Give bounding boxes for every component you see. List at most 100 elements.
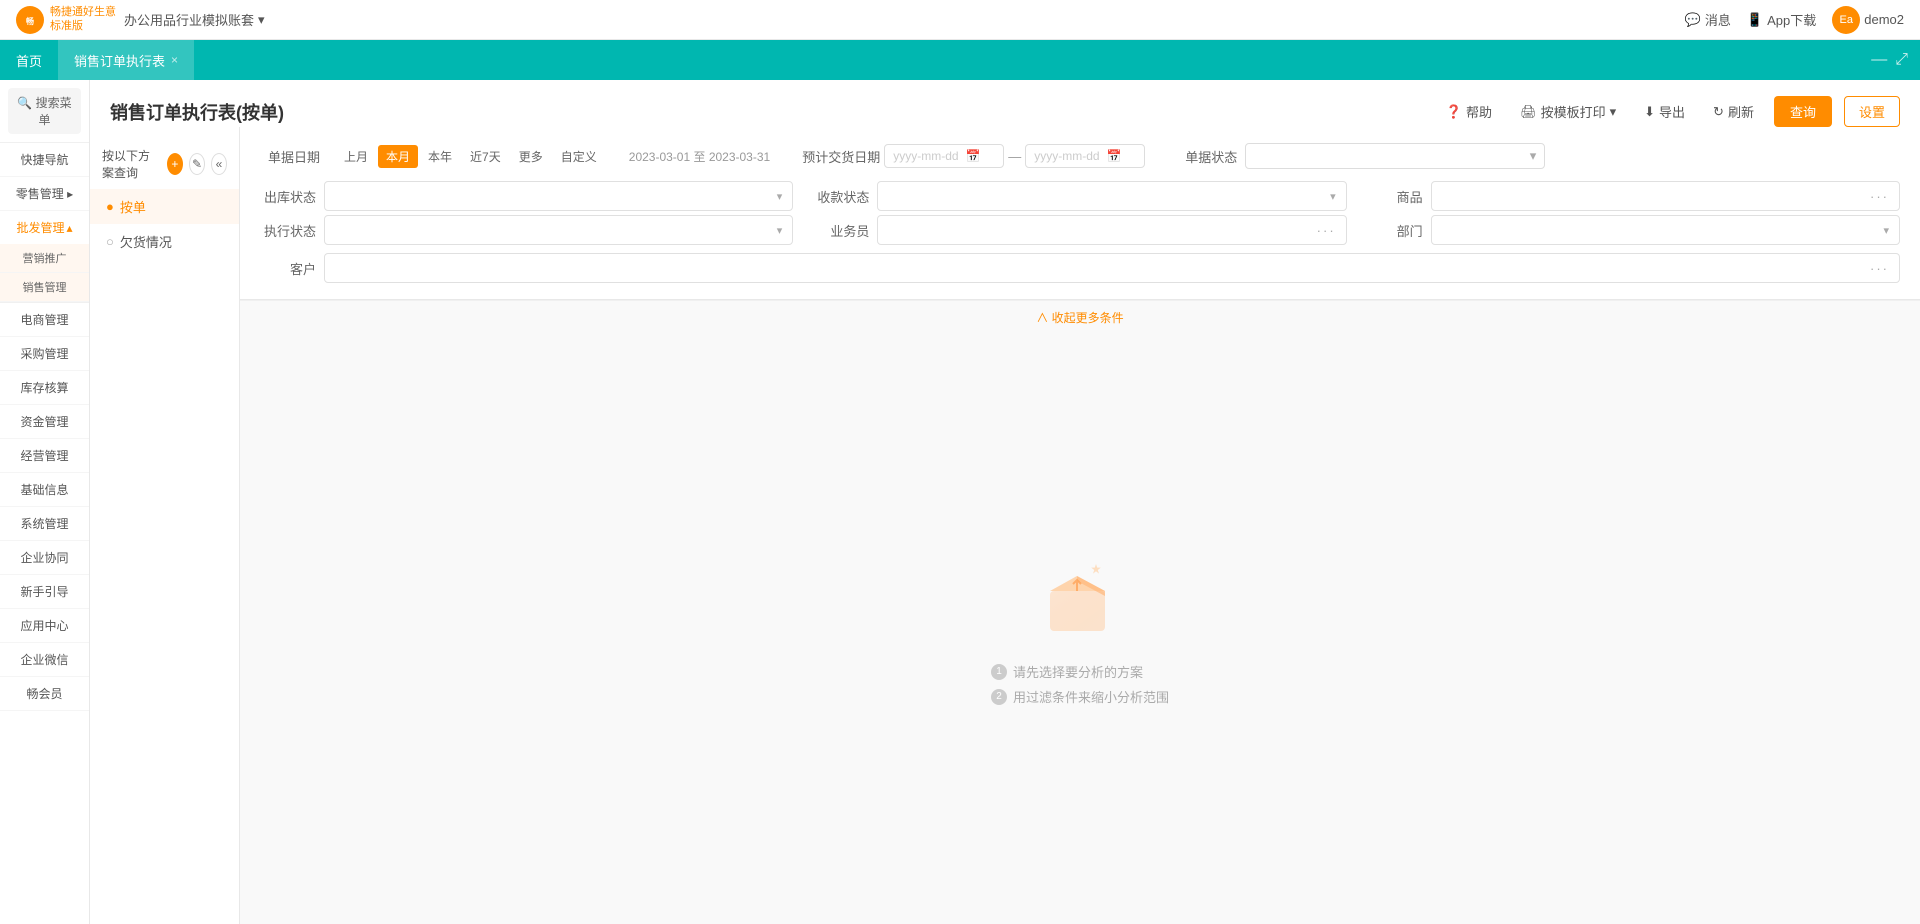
help-btn[interactable]: ❓ 帮助 [1438,98,1500,125]
user-area[interactable]: Ea demo2 [1832,6,1904,34]
tip-text-1: 请先选择要分析的方案 [1013,662,1143,681]
app-download-btn[interactable]: 📱 App下载 [1747,10,1816,29]
delivery-select[interactable]: ▾ [324,181,793,211]
date-tab-last-month[interactable]: 上月 [336,145,376,168]
tab-maximize-icon[interactable]: ⤢ [1895,51,1908,69]
tip-num-2: 2 [991,689,1007,705]
salesman-filter: 业务员 ··· [813,215,1346,245]
exec-label: 执行状态 [260,221,316,240]
print-arrow: ▾ [1610,104,1617,120]
basic-label: 基础信息 [20,483,68,497]
expected-date-start[interactable]: yyyy-mm-dd 📅 [884,144,1004,168]
tab-sales-exec[interactable]: 销售订单执行表 × [58,40,194,80]
delivery-label: 出库状态 [260,187,316,206]
goods-input[interactable]: ··· [1431,181,1900,211]
salesman-label: 业务员 [813,221,869,240]
receipt-select[interactable]: ▾ [877,181,1346,211]
debt-icon: ○ [106,234,114,249]
refresh-btn[interactable]: ↻ 刷新 [1705,98,1762,125]
left-panel: 按以下方案查询 + ✎ « ● 按单 ○ 欠货情况 [90,127,240,924]
sidebar-item-sales[interactable]: 销售管理 [0,273,89,302]
sidebar-group-wholesale: 批发管理 ▴ 营销推广 销售管理 [0,211,89,303]
date-tab-this-month[interactable]: 本月 [378,145,418,168]
sidebar-item-appstore[interactable]: 应用中心 [0,609,89,643]
status-label: 单据状态 [1177,147,1237,166]
help-icon: ❓ [1446,104,1462,120]
collapse-panel-btn[interactable]: « [211,153,227,175]
date-tab-more[interactable]: 更多 [511,145,551,168]
search-menu-label: 搜索菜单 [36,96,72,127]
date-tab-custom[interactable]: 自定义 [553,145,605,168]
page-header: 销售订单执行表(按单) ❓ 帮助 🖨 按模板打印 ▾ ⬇ 导出 ↻ 刷新 [90,80,1920,127]
salesman-input[interactable]: ··· [877,215,1346,245]
query-btn[interactable]: 查询 [1774,96,1832,127]
body-layout: 按以下方案查询 + ✎ « ● 按单 ○ 欠货情况 [90,127,1920,924]
sidebar-item-retail[interactable]: 零售管理 ▸ [0,177,89,211]
receipt-label: 收款状态 [813,187,869,206]
delivery-chevron: ▾ [777,190,783,203]
dept-select[interactable]: ▾ [1431,215,1900,245]
delivery-filter: 出库状态 ▾ [260,181,793,211]
user-name: demo2 [1864,12,1904,27]
collapse-btn[interactable]: ∧ 收起更多条件 [240,300,1920,334]
sidebar-item-wholesale[interactable]: 批发管理 ▴ [0,211,89,244]
customer-input[interactable]: ··· [324,253,1900,283]
header-left: 畅 畅捷通好生意 标准版 办公用品行业模拟账套 ▾ [16,6,265,34]
print-label: 按模板打印 [1541,102,1606,121]
calendar-icon-end: 📅 [1107,149,1122,163]
status-group: 单据状态 ▾ [1177,143,1545,169]
system-label: 系统管理 [20,517,68,531]
company-selector[interactable]: 办公用品行业模拟账套 ▾ [124,10,265,29]
edit-scheme-btn[interactable]: ✎ [189,153,205,175]
exec-select[interactable]: ▾ [324,215,793,245]
sidebar-item-operations[interactable]: 经营管理 [0,439,89,473]
date-tab-this-year[interactable]: 本年 [420,145,460,168]
logo-text: 畅捷通好生意 标准版 [50,6,116,32]
refresh-icon: ↻ [1713,104,1724,120]
retail-label: 零售管理 [16,187,64,201]
customer-dots: ··· [1870,261,1889,276]
sidebar-item-inventory[interactable]: 库存核算 [0,371,89,405]
content-area: 销售订单执行表(按单) ❓ 帮助 🖨 按模板打印 ▾ ⬇ 导出 ↻ 刷新 [90,80,1920,924]
sidebar-item-system[interactable]: 系统管理 [0,507,89,541]
sidebar-item-purchase[interactable]: 采购管理 [0,337,89,371]
date-tab-7days[interactable]: 近7天 [462,145,509,168]
results-area: 1 请先选择要分析的方案 2 用过滤条件来缩小分析范围 [240,334,1920,924]
sidebar-item-wechat[interactable]: 企业微信 [0,643,89,677]
sidebar-item-marketing[interactable]: 营销推广 [0,244,89,273]
export-btn[interactable]: ⬇ 导出 [1636,98,1693,125]
expected-date-label: 预计交货日期 [802,147,880,166]
settings-btn[interactable]: 设置 [1844,96,1900,127]
operations-label: 经营管理 [20,449,68,463]
message-btn[interactable]: 💬 消息 [1685,10,1731,29]
sidebar-item-newbie[interactable]: 新手引导 [0,575,89,609]
sidebar-search-area: 🔍 搜索菜单 [0,80,89,143]
message-icon: 💬 [1685,12,1701,28]
newbie-label: 新手引导 [20,585,68,599]
sidebar-item-ecommerce[interactable]: 电商管理 [0,303,89,337]
receipt-filter: 收款状态 ▾ [813,181,1346,211]
sidebar-item-corp[interactable]: 企业协同 [0,541,89,575]
filter-row-3: 执行状态 ▾ 业务员 ··· [260,215,1900,245]
tab-bar: 首页 销售订单执行表 × — ⤢ [0,40,1920,80]
tab-close-icon[interactable]: × [171,53,178,67]
sidebar-item-member[interactable]: 畅会员 [0,677,89,711]
panel-item-order[interactable]: ● 按单 [90,189,239,224]
sidebar-item-basic[interactable]: 基础信息 [0,473,89,507]
exec-chevron: ▾ [777,224,783,237]
tab-minimize-icon[interactable]: — [1871,51,1887,69]
status-select[interactable]: ▾ [1245,143,1545,169]
company-name: 办公用品行业模拟账套 [124,10,254,29]
print-btn[interactable]: 🖨 按模板打印 ▾ [1512,98,1624,125]
search-menu-btn[interactable]: 🔍 搜索菜单 [8,88,81,134]
goods-label: 商品 [1367,187,1423,206]
sidebar-item-finance[interactable]: 资金管理 [0,405,89,439]
empty-state: 1 请先选择要分析的方案 2 用过滤条件来缩小分析范围 [991,546,1169,712]
exec-filter: 执行状态 ▾ [260,215,793,245]
expected-date-group: 预计交货日期 yyyy-mm-dd 📅 — yyyy-mm-dd 📅 [802,144,1145,168]
tab-home[interactable]: 首页 [0,40,58,80]
sidebar-item-quick-nav[interactable]: 快捷导航 [0,143,89,177]
expected-date-end[interactable]: yyyy-mm-dd 📅 [1025,144,1145,168]
panel-item-debt[interactable]: ○ 欠货情况 [90,224,239,259]
add-scheme-btn[interactable]: + [167,153,183,175]
